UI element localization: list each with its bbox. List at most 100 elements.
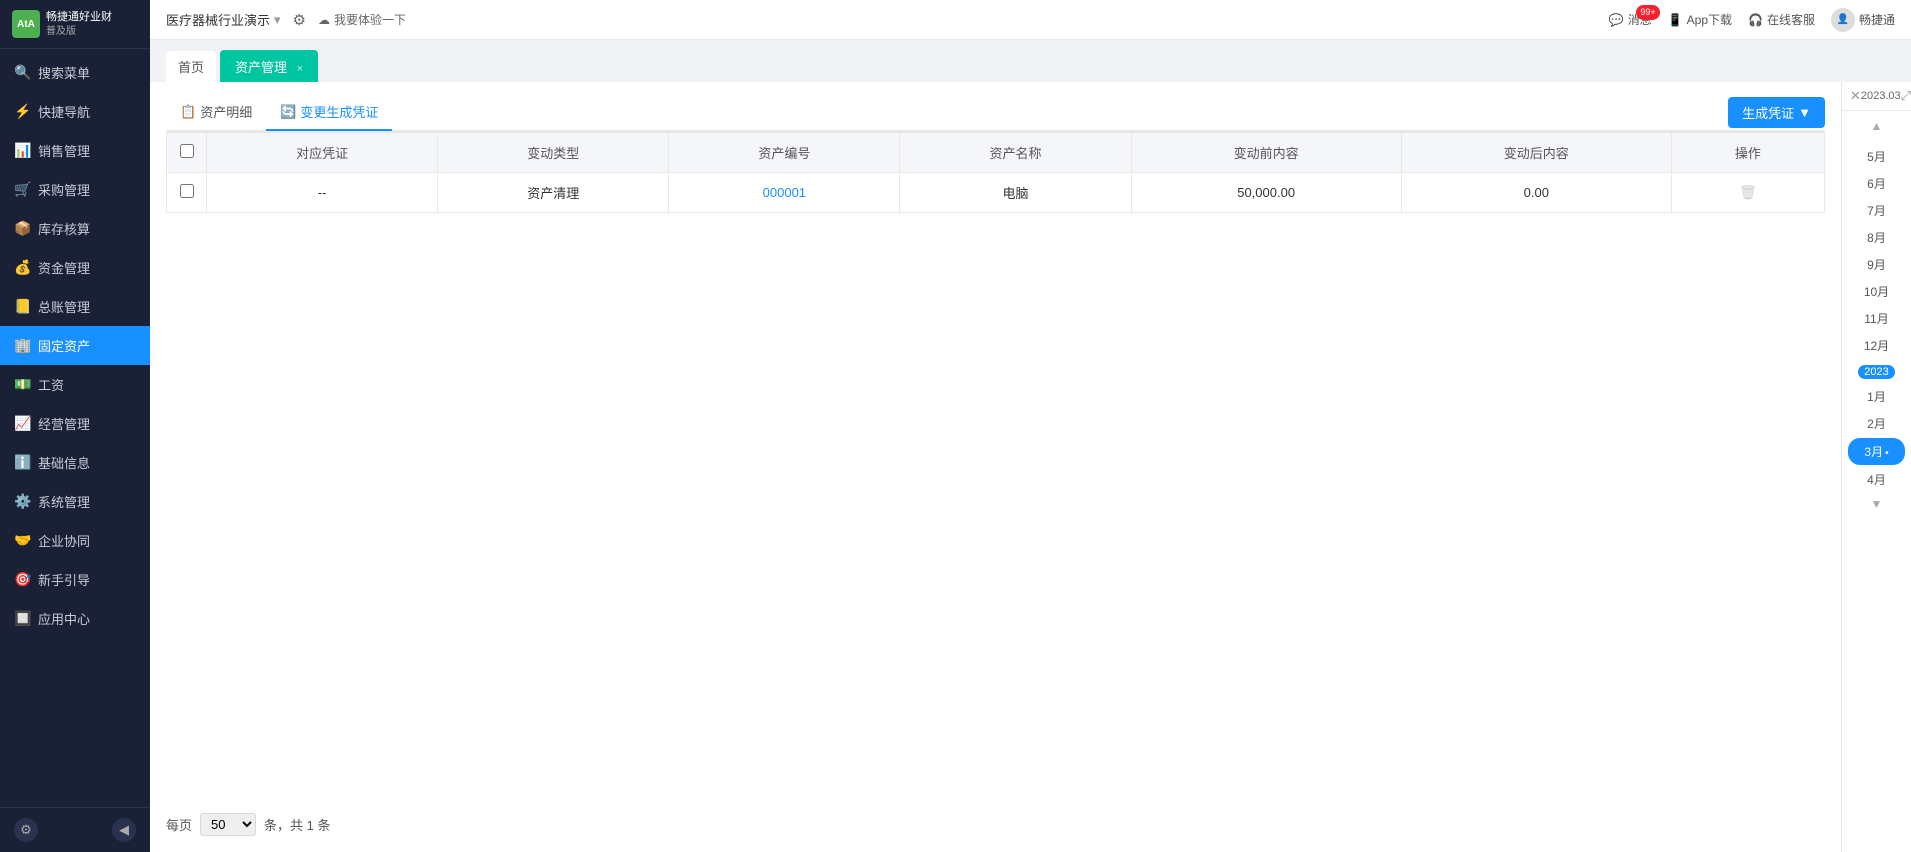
row-action-cell: 🗑 (1671, 173, 1824, 213)
tab-close-icon[interactable]: × (297, 63, 303, 75)
user-menu-button[interactable]: 👤 畅捷通 (1831, 8, 1895, 32)
tab-change-voucher-label: 变更生成凭证 (300, 102, 378, 121)
month-2[interactable]: 2月 (1842, 410, 1911, 437)
col-asset-code: 资产编号 (669, 133, 900, 173)
delete-icon[interactable]: 🗑 (1739, 184, 1757, 200)
tab-asset-detail[interactable]: 📋 资产明细 (166, 94, 266, 131)
fixed-assets-icon: 🏢 (14, 337, 30, 354)
basic-info-icon: ℹ️ (14, 454, 30, 471)
sidebar-bottom: ⚙ ◀ (0, 807, 150, 852)
topbar-right: 💬 消息 99+ 📱 App下载 🎧 在线客服 👤 畅捷通 (1609, 8, 1895, 32)
guide-icon: 🎯 (14, 571, 30, 588)
row-asset-code: 000001 (669, 173, 900, 213)
asset-detail-icon: 📋 (180, 104, 196, 120)
settings-icon[interactable]: ⚙ (293, 11, 306, 29)
tab-change-voucher[interactable]: 🔄 变更生成凭证 (266, 94, 392, 131)
calendar-close-icon[interactable]: ✕ (1850, 88, 1861, 104)
month-5[interactable]: 5月 (1842, 143, 1911, 170)
sidebar-item-label: 基础信息 (38, 453, 90, 472)
sidebar: AtA 畅捷通好业财 普及版 🔍 搜索菜单 ⚡ 快捷导航 📊 销售管理 🛒 采购… (0, 0, 150, 852)
month-11[interactable]: 11月 (1842, 305, 1911, 332)
month-4[interactable]: 4月 (1842, 466, 1911, 493)
month-9[interactable]: 9月 (1842, 251, 1911, 278)
col-voucher: 对应凭证 (207, 133, 438, 173)
app-logo-text: 畅捷通好业财 普及版 (46, 10, 112, 37)
col-change-type: 变动类型 (438, 133, 669, 173)
feedback-button[interactable]: ☁ 我要体验一下 (318, 11, 406, 28)
sidebar-item-label: 库存核算 (38, 219, 90, 238)
message-button[interactable]: 💬 消息 99+ (1609, 11, 1652, 28)
app-download-button[interactable]: 📱 App下载 (1668, 11, 1732, 28)
col-before-change: 变动前内容 (1131, 133, 1401, 173)
operations-icon: 📈 (14, 415, 30, 432)
sidebar-item-purchase[interactable]: 🛒 采购管理 (0, 170, 150, 209)
sidebar-item-fixed-assets[interactable]: 🏢 固定资产 (0, 326, 150, 365)
data-table: 对应凭证 变动类型 资产编号 资产名称 变动前内容 变动后内容 操作 (166, 132, 1825, 213)
row-change-type: 资产清理 (438, 173, 669, 213)
row-checkbox-cell (167, 173, 207, 213)
col-checkbox (167, 133, 207, 173)
col-action: 操作 (1671, 133, 1824, 173)
generate-voucher-label: 生成凭证 (1742, 103, 1794, 122)
sidebar-item-label: 采购管理 (38, 180, 90, 199)
sidebar-item-finance[interactable]: 💰 资金管理 (0, 248, 150, 287)
feedback-label: 我要体验一下 (334, 11, 406, 28)
customer-service-button[interactable]: 🎧 在线客服 (1748, 11, 1815, 28)
month-1[interactable]: 1月 (1842, 383, 1911, 410)
user-name: 畅捷通 (1859, 11, 1895, 28)
sidebar-item-quick-nav[interactable]: ⚡ 快捷导航 (0, 92, 150, 131)
table-header-row: 对应凭证 变动类型 资产编号 资产名称 变动前内容 变动后内容 操作 (167, 133, 1825, 173)
app-logo-icon: AtA (12, 10, 40, 38)
generate-voucher-button[interactable]: 生成凭证 ▼ (1728, 97, 1825, 128)
month-10[interactable]: 10月 (1842, 278, 1911, 305)
tab-asset-management[interactable]: 资产管理 × (220, 50, 318, 82)
sidebar-item-label: 快捷导航 (38, 102, 90, 121)
change-voucher-icon: 🔄 (280, 104, 296, 120)
month-6[interactable]: 6月 (1842, 170, 1911, 197)
sidebar-item-ledger[interactable]: 📒 总账管理 (0, 287, 150, 326)
month-12[interactable]: 12月 (1842, 332, 1911, 359)
row-after-change: 0.00 (1401, 173, 1671, 213)
inner-tabs: 📋 资产明细 🔄 变更生成凭证 (166, 94, 1728, 130)
scroll-up-icon[interactable]: ▲ (1842, 115, 1911, 137)
settings-button[interactable]: ⚙ (14, 818, 38, 842)
collapse-button[interactable]: ◀ (112, 818, 136, 842)
sidebar-item-app-center[interactable]: 🔲 应用中心 (0, 599, 150, 638)
sidebar-item-guide[interactable]: 🎯 新手引导 (0, 560, 150, 599)
sidebar-item-inventory[interactable]: 📦 库存核算 (0, 209, 150, 248)
generate-voucher-arrow-icon: ▼ (1798, 105, 1811, 120)
calendar-expand-icon[interactable]: ⤢ (1901, 88, 1911, 104)
calendar-months: ▲ 5月 6月 7月 8月 9月 10月 11月 12月 2023 1月 2月 … (1842, 111, 1911, 852)
tab-home[interactable]: 首页 (166, 51, 216, 82)
month-8[interactable]: 8月 (1842, 224, 1911, 251)
per-page-select[interactable]: 50 10 20 100 (200, 813, 256, 836)
sidebar-item-salary[interactable]: 💵 工资 (0, 365, 150, 404)
search-icon: 🔍 (14, 64, 30, 81)
total-count: 条，共 1 条 (264, 815, 330, 834)
sidebar-item-basic-info[interactable]: ℹ️ 基础信息 (0, 443, 150, 482)
page-area: 📋 资产明细 🔄 变更生成凭证 生成凭证 ▼ (150, 82, 1911, 852)
sidebar-item-system[interactable]: ⚙️ 系统管理 (0, 482, 150, 521)
select-all-checkbox[interactable] (180, 144, 194, 158)
topbar: 医疗器械行业演示 ▾ ⚙ ☁ 我要体验一下 💬 消息 99+ 📱 App下载 🎧… (150, 0, 1911, 40)
month-7[interactable]: 7月 (1842, 197, 1911, 224)
sidebar-item-label: 资金管理 (38, 258, 90, 277)
dropdown-arrow-icon[interactable]: ▾ (274, 12, 281, 28)
row-voucher: -- (207, 173, 438, 213)
row-before-change: 50,000.00 (1131, 173, 1401, 213)
inner-tabs-row: 📋 资产明细 🔄 变更生成凭证 生成凭证 ▼ (166, 94, 1825, 132)
row-checkbox[interactable] (180, 184, 194, 198)
tab-active-label: 资产管理 (235, 60, 287, 75)
scroll-down-icon[interactable]: ▼ (1842, 493, 1911, 515)
quick-nav-icon: ⚡ (14, 103, 30, 120)
message-badge: 99+ (1636, 5, 1659, 20)
feedback-icon: ☁ (318, 13, 330, 27)
app-download-icon: 📱 (1668, 13, 1683, 27)
sidebar-item-enterprise[interactable]: 🤝 企业协同 (0, 521, 150, 560)
app-download-label: App下载 (1687, 11, 1732, 28)
sidebar-item-search[interactable]: 🔍 搜索菜单 (0, 53, 150, 92)
month-3[interactable]: 3月 (1848, 438, 1905, 465)
sidebar-nav: 🔍 搜索菜单 ⚡ 快捷导航 📊 销售管理 🛒 采购管理 📦 库存核算 💰 资金管… (0, 49, 150, 807)
sidebar-item-sales[interactable]: 📊 销售管理 (0, 131, 150, 170)
sidebar-item-operations[interactable]: 📈 经营管理 (0, 404, 150, 443)
